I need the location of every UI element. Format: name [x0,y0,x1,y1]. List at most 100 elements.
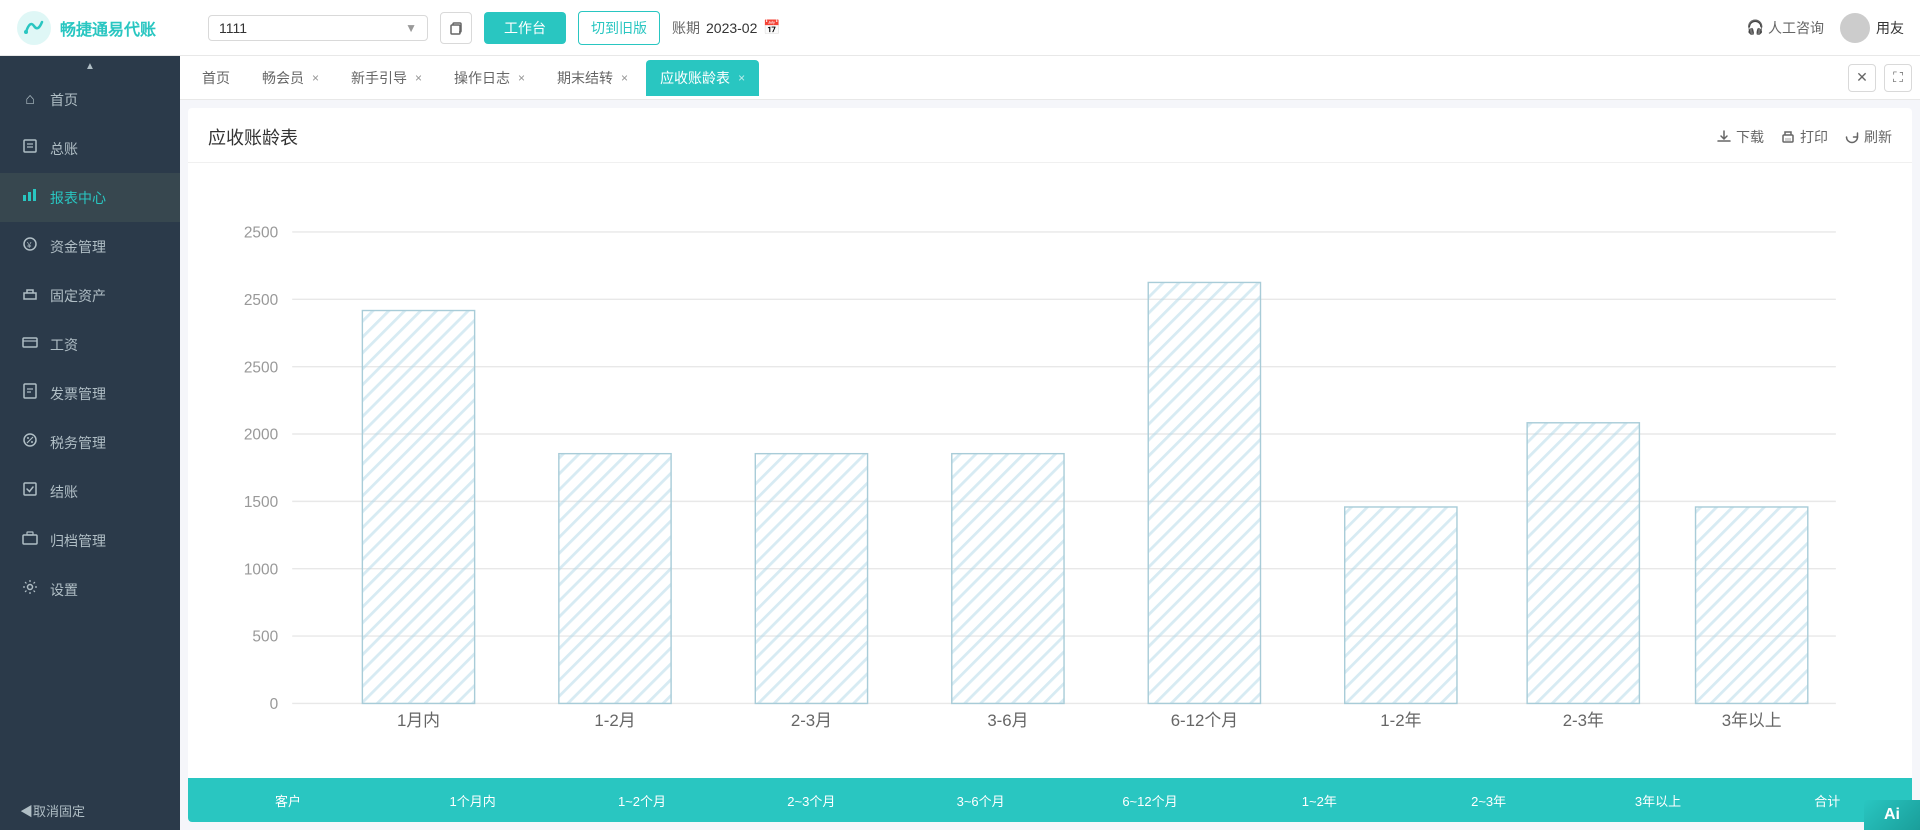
tab-ar-aging-label: 应收账龄表 [660,68,730,88]
bar-3年以上 [1696,507,1808,703]
download-button[interactable]: 下载 [1716,127,1764,147]
chart-area: 2500 2500 2500 2000 1500 1000 500 0 [188,163,1912,778]
tab-guide-label: 新手引导 [351,68,407,88]
calendar-icon[interactable]: 📅 [763,19,780,36]
tab-ar-aging[interactable]: 应收账龄表 × [646,60,759,96]
consult-area[interactable]: 🎧 人工咨询 [1747,18,1824,38]
copy-icon [448,20,464,36]
top-header: 畅捷通易代账 1111 ▼ 工作台 切到旧版 账期 2023-02 📅 🎧 人工… [0,0,1920,56]
salary-icon [20,334,40,355]
user-area[interactable]: 用友 [1840,13,1904,43]
bar-2-3月 [755,454,867,704]
main-layout: ▲ ⌂ 首页 总账 报表中心 ¥ 资金管理 固定资产 [0,56,1920,830]
expand-button[interactable]: ⛶ [1884,64,1912,92]
tab-period-end-label: 期末结转 [557,68,613,88]
th-3year-plus: 3年以上 [1573,791,1742,810]
settings-icon [20,579,40,600]
tab-guide[interactable]: 新手引导 × [337,60,436,96]
funds-icon: ¥ [20,236,40,257]
assets-icon [20,285,40,306]
cancel-fixed-label: ◀取消固定 [20,801,85,820]
tab-home-label: 首页 [202,68,230,88]
copy-button[interactable] [440,12,472,44]
tab-period-end-close[interactable]: × [621,71,628,85]
sidebar-item-checkout[interactable]: 结账 [0,467,180,516]
sidebar-label-home: 首页 [50,90,78,110]
bar-1-2月 [559,454,671,704]
tab-member-close[interactable]: × [312,71,319,85]
content-area: 首页 畅会员 × 新手引导 × 操作日志 × 期末结转 × 应收账龄表 × [180,56,1920,830]
tab-guide-close[interactable]: × [415,71,422,85]
svg-text:3年以上: 3年以上 [1722,711,1782,730]
sidebar-item-salary[interactable]: 工资 [0,320,180,369]
user-avatar [1840,13,1870,43]
close-all-button[interactable]: ✕ [1848,64,1876,92]
sidebar-item-archive[interactable]: 归档管理 [0,516,180,565]
svg-text:3-6月: 3-6月 [987,711,1028,730]
tabs-bar: 首页 畅会员 × 新手引导 × 操作日志 × 期末结转 × 应收账龄表 × [180,56,1920,100]
tab-oplog-close[interactable]: × [518,71,525,85]
refresh-label: 刷新 [1864,127,1892,147]
ledger-icon [20,138,40,159]
refresh-button[interactable]: 刷新 [1844,127,1892,147]
tab-member[interactable]: 畅会员 × [248,60,333,96]
tab-period-end[interactable]: 期末结转 × [543,60,642,96]
sidebar-item-invoice[interactable]: 发票管理 [0,369,180,418]
sidebar-label-settings: 设置 [50,580,78,600]
th-3-6month: 3~6个月 [896,791,1065,810]
svg-text:2500: 2500 [244,225,278,242]
ledger-svg [22,138,38,154]
bar-2-3年 [1527,423,1639,704]
consult-label: 人工咨询 [1768,18,1824,38]
tab-home[interactable]: 首页 [188,60,244,96]
sidebar-item-home[interactable]: ⌂ 首页 [0,76,180,124]
sidebar-item-settings[interactable]: 设置 [0,565,180,614]
sidebar-label-assets: 固定资产 [50,286,106,306]
bar-1月内 [362,311,474,704]
switch-button[interactable]: 切到旧版 [578,11,660,45]
download-label: 下载 [1736,127,1764,147]
cancel-fixed-button[interactable]: ◀取消固定 [0,791,180,830]
sidebar-item-tax[interactable]: 税务管理 [0,418,180,467]
chevron-down-icon: ▼ [405,21,417,35]
checkout-icon [20,481,40,502]
company-name: 1111 [219,20,397,36]
print-label: 打印 [1800,127,1828,147]
print-icon [1780,129,1796,145]
svg-text:¥: ¥ [26,241,32,250]
sidebar-scroll-up[interactable]: ▲ [0,56,180,76]
sidebar-label-salary: 工资 [50,335,78,355]
tab-oplog[interactable]: 操作日志 × [440,60,539,96]
th-1month: 1个月内 [388,791,557,810]
logo-icon [16,10,52,46]
tab-oplog-label: 操作日志 [454,68,510,88]
page-header: 应收账龄表 下载 打印 刷新 [188,108,1912,163]
logo-area: 畅捷通易代账 [16,10,196,46]
tab-ar-aging-close[interactable]: × [738,71,745,85]
company-selector[interactable]: 1111 ▼ [208,15,428,41]
ai-badge[interactable]: Ai [1864,800,1920,830]
th-2-3month: 2~3个月 [727,791,896,810]
page-content: 应收账龄表 下载 打印 刷新 [188,108,1912,822]
sidebar-label-checkout: 结账 [50,482,78,502]
invoice-icon [20,383,40,404]
sidebar-item-ledger[interactable]: 总账 [0,124,180,173]
svg-text:2500: 2500 [244,359,278,376]
print-button[interactable]: 打印 [1780,127,1828,147]
archive-svg [22,530,38,546]
sidebar-item-reports[interactable]: 报表中心 [0,173,180,222]
headset-icon: 🎧 [1747,19,1764,36]
funds-svg: ¥ [22,236,38,252]
tax-icon [20,432,40,453]
sidebar-item-funds[interactable]: ¥ 资金管理 [0,222,180,271]
sidebar-item-assets[interactable]: 固定资产 [0,271,180,320]
download-icon [1716,129,1732,145]
svg-text:1-2月: 1-2月 [594,711,635,730]
avatar-icon [1845,18,1865,38]
table-header: 客户 1个月内 1~2个月 2~3个月 3~6个月 6~12个月 1~2年 2~… [188,778,1912,822]
refresh-icon [1844,129,1860,145]
archive-icon [20,530,40,551]
svg-text:1000: 1000 [244,561,278,578]
workbench-button[interactable]: 工作台 [484,12,566,44]
svg-text:2500: 2500 [244,292,278,309]
